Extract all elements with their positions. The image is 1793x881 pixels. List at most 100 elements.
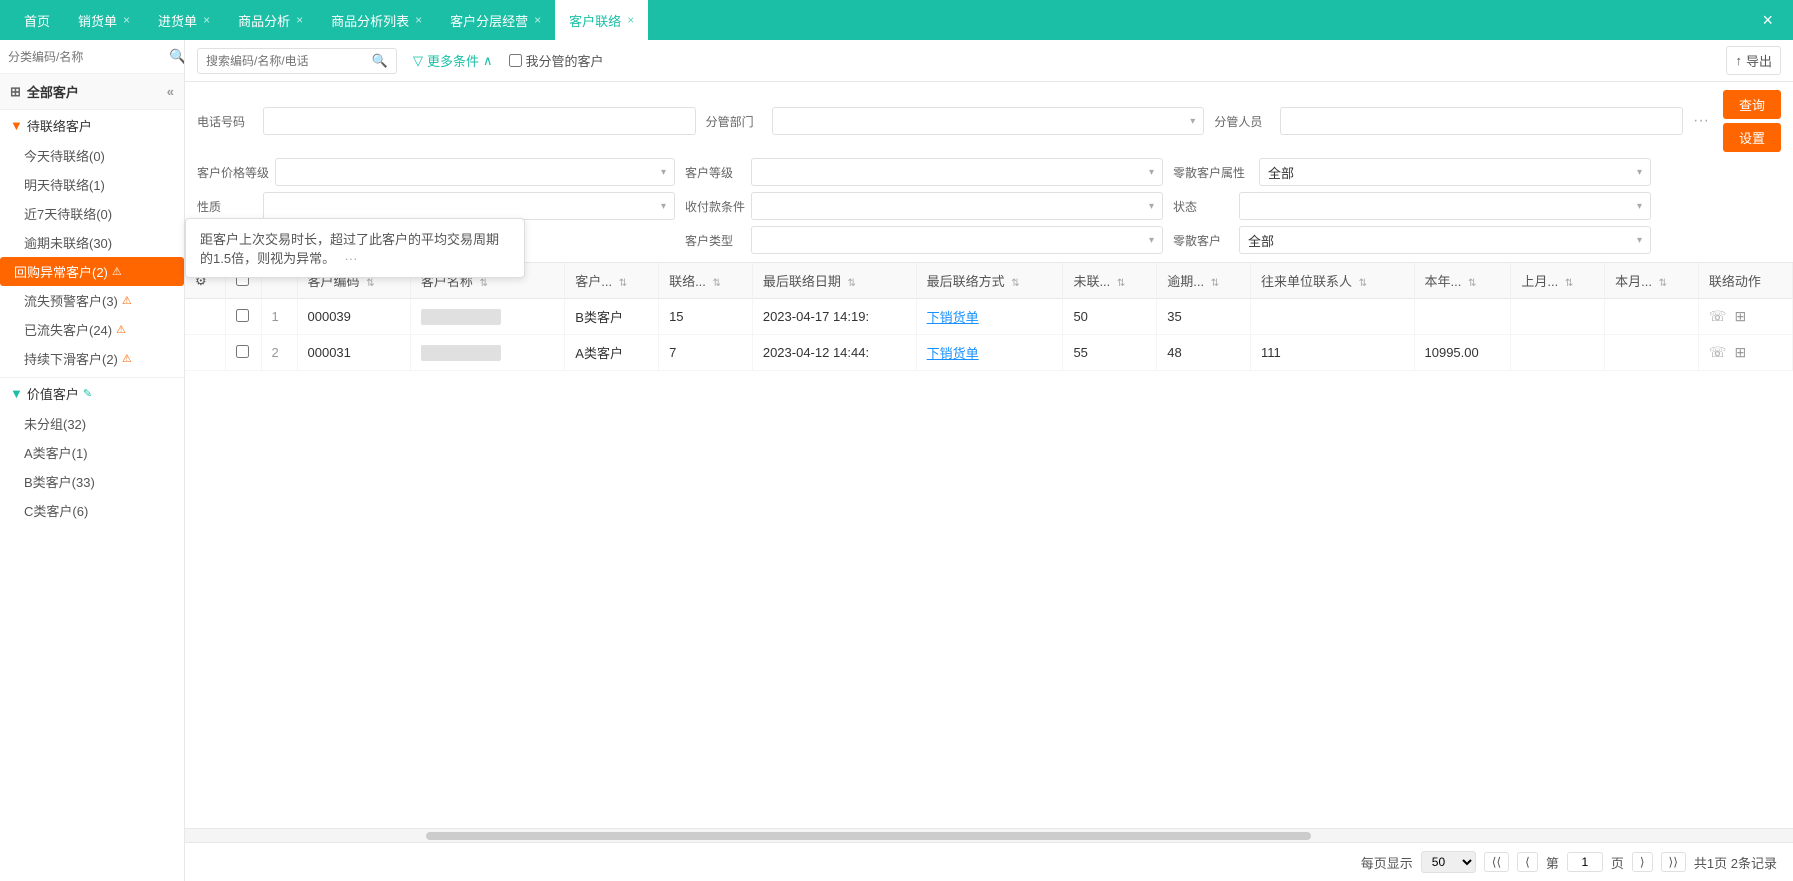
sidebar-item-c-class[interactable]: C类客户(6) (0, 496, 184, 525)
cell-code-1: 000039 (297, 299, 410, 335)
col-overdue[interactable]: 逾期... ⇅ (1157, 263, 1251, 299)
close-customer-tier-icon[interactable]: × (534, 13, 541, 27)
more-action-icon-2[interactable]: ⊞ (1734, 344, 1746, 361)
page-number-input[interactable] (1567, 852, 1603, 872)
retail-customer-select[interactable]: 全部 ▾ (1239, 226, 1651, 254)
col-level[interactable]: 客户... ⇅ (565, 263, 659, 299)
main-search-icon[interactable]: 🔍 (372, 53, 388, 69)
col-last-month[interactable]: 上月... ⇅ (1511, 263, 1605, 299)
col-unit-contact[interactable]: 往来单位联系人 ⇅ (1251, 263, 1415, 299)
sort-this-month-icon[interactable]: ⇅ (1659, 278, 1667, 289)
my-customers-checkbox-label[interactable]: 我分管的客户 (509, 51, 604, 70)
col-this-year[interactable]: 本年... ⇅ (1414, 263, 1511, 299)
more-conditions-button[interactable]: ▽ 更多条件 ∧ (407, 47, 499, 74)
cell-unit-contact-2: 111 (1251, 335, 1415, 371)
gender-field: 性质 ▾ (197, 192, 675, 220)
col-last-date[interactable]: 最后联络日期 ⇅ (752, 263, 916, 299)
sort-last-month-icon[interactable]: ⇅ (1565, 278, 1573, 289)
query-button[interactable]: 查询 (1723, 90, 1781, 119)
page-size-select[interactable]: 50 100 200 (1421, 851, 1476, 873)
sort-year-icon[interactable]: ⇅ (1468, 278, 1476, 289)
more-dots-1[interactable]: ··· (1689, 112, 1713, 130)
status-select[interactable]: ▾ (1239, 192, 1651, 220)
sort-overdue-icon[interactable]: ⇅ (1211, 278, 1219, 289)
app-close-button[interactable]: × (1752, 10, 1783, 31)
sidebar-item-continuous-down[interactable]: 持续下滑客户(2) ⚠ (0, 344, 184, 373)
export-button[interactable]: ↑ 导出 (1726, 46, 1781, 75)
col-unpaid[interactable]: 未联... ⇅ (1063, 263, 1157, 299)
row-1-checkbox[interactable] (236, 309, 249, 322)
sidebar-item-today[interactable]: 今天待联络(0) (0, 141, 184, 170)
main-search-input[interactable] (206, 54, 372, 68)
collapse-sidebar-icon[interactable]: « (167, 84, 174, 99)
sidebar-item-overdue[interactable]: 逾期未联络(30) (0, 228, 184, 257)
sort-date-icon[interactable]: ⇅ (847, 278, 855, 289)
close-purchase-order-icon[interactable]: × (203, 13, 210, 27)
col-this-month[interactable]: 本月... ⇅ (1605, 263, 1699, 299)
h-scrollbar-container[interactable] (185, 828, 1793, 842)
customer-type-select[interactable]: ▾ (751, 226, 1163, 254)
close-sales-order-icon[interactable]: × (123, 13, 130, 27)
price-level-select[interactable]: ▾ (275, 158, 675, 186)
contact-icon-1[interactable]: ☏ (1709, 308, 1727, 325)
sidebar: 🔍 ⊞ 全部客户 « ▼ 待联络客户 今天待联络(0) 明天待联络(1) 近7天… (0, 40, 185, 881)
nav-product-analysis-list[interactable]: 商品分析列表 × (317, 0, 436, 40)
first-page-button[interactable]: ⟨⟨ (1484, 852, 1509, 872)
retail-attr-select[interactable]: 全部 ▾ (1259, 158, 1651, 186)
tooltip-more-icon[interactable]: ··· (344, 251, 357, 266)
sidebar-item-lost-preview[interactable]: 流失预警客户(3) ⚠ (0, 286, 184, 315)
cell-overdue-2: 48 (1157, 335, 1251, 371)
pending-contact-group[interactable]: ▼ 待联络客户 (0, 110, 184, 141)
phone-input[interactable] (263, 107, 696, 135)
nav-sales-order[interactable]: 销货单 × (64, 0, 144, 40)
close-product-analysis-list-icon[interactable]: × (415, 13, 422, 27)
manager-select[interactable] (1280, 107, 1683, 135)
nav-product-analysis[interactable]: 商品分析 × (224, 0, 317, 40)
nav-purchase-order[interactable]: 进货单 × (144, 0, 224, 40)
sidebar-item-a-class[interactable]: A类客户(1) (0, 438, 184, 467)
nav-home[interactable]: 首页 (10, 0, 64, 40)
last-page-button[interactable]: ⟩⟩ (1661, 852, 1686, 872)
sidebar-item-repurchase-abnormal[interactable]: 回购异常客户(2) ⚠ (0, 257, 184, 286)
close-customer-contact-icon[interactable]: × (627, 13, 634, 27)
retail-attr-chevron-icon: ▾ (1637, 167, 1642, 178)
nav-customer-contact[interactable]: 客户联络 × (555, 0, 648, 40)
sort-method-icon[interactable]: ⇅ (1011, 278, 1019, 289)
sort-level-icon[interactable]: ⇅ (619, 278, 627, 289)
sort-name-icon[interactable]: ⇅ (479, 278, 487, 289)
sidebar-item-tomorrow[interactable]: 明天待联络(1) (0, 170, 184, 199)
cell-checkbox-1[interactable] (225, 299, 261, 335)
contact-icon-2[interactable]: ☏ (1709, 344, 1727, 361)
sort-code-icon[interactable]: ⇅ (366, 278, 374, 289)
col-contact-count[interactable]: 联络... ⇅ (659, 263, 753, 299)
sort-unit-icon[interactable]: ⇅ (1359, 278, 1367, 289)
cell-checkbox-2[interactable] (225, 335, 261, 371)
sort-unpaid-icon[interactable]: ⇅ (1117, 278, 1125, 289)
close-product-analysis-icon[interactable]: × (296, 13, 303, 27)
cell-method-1[interactable]: 下销货单 (916, 299, 1063, 335)
settings-button[interactable]: 设置 (1723, 123, 1781, 152)
cell-contact-2: 7 (659, 335, 753, 371)
sidebar-item-b-class[interactable]: B类客户(33) (0, 467, 184, 496)
col-last-method[interactable]: 最后联络方式 ⇅ (916, 263, 1063, 299)
sort-contact-icon[interactable]: ⇅ (713, 278, 721, 289)
gender-select[interactable]: ▾ (263, 192, 675, 220)
next-page-button[interactable]: ⟩ (1632, 852, 1653, 872)
nav-customer-tier[interactable]: 客户分层经营 × (436, 0, 555, 40)
sidebar-item-already-lost[interactable]: 已流失客户(24) ⚠ (0, 315, 184, 344)
sidebar-search-input[interactable] (8, 50, 163, 64)
sidebar-search-icon[interactable]: 🔍 (169, 48, 185, 65)
edit-icon[interactable]: ✎ (83, 387, 92, 400)
cell-method-2[interactable]: 下销货单 (916, 335, 1063, 371)
row-2-checkbox[interactable] (236, 345, 249, 358)
sidebar-item-7days[interactable]: 近7天待联络(0) (0, 199, 184, 228)
prev-page-button[interactable]: ⟨ (1517, 852, 1538, 872)
dept-select[interactable]: ▾ (772, 107, 1205, 135)
sidebar-item-ungroup[interactable]: 未分组(32) (0, 409, 184, 438)
payment-select[interactable]: ▾ (751, 192, 1163, 220)
h-scrollbar-thumb[interactable] (426, 832, 1310, 840)
more-action-icon-1[interactable]: ⊞ (1734, 308, 1746, 325)
value-customers-group[interactable]: ▼ 价值客户 ✎ (0, 377, 184, 409)
customer-level-select[interactable]: ▾ (751, 158, 1163, 186)
my-customers-checkbox[interactable] (509, 54, 522, 67)
